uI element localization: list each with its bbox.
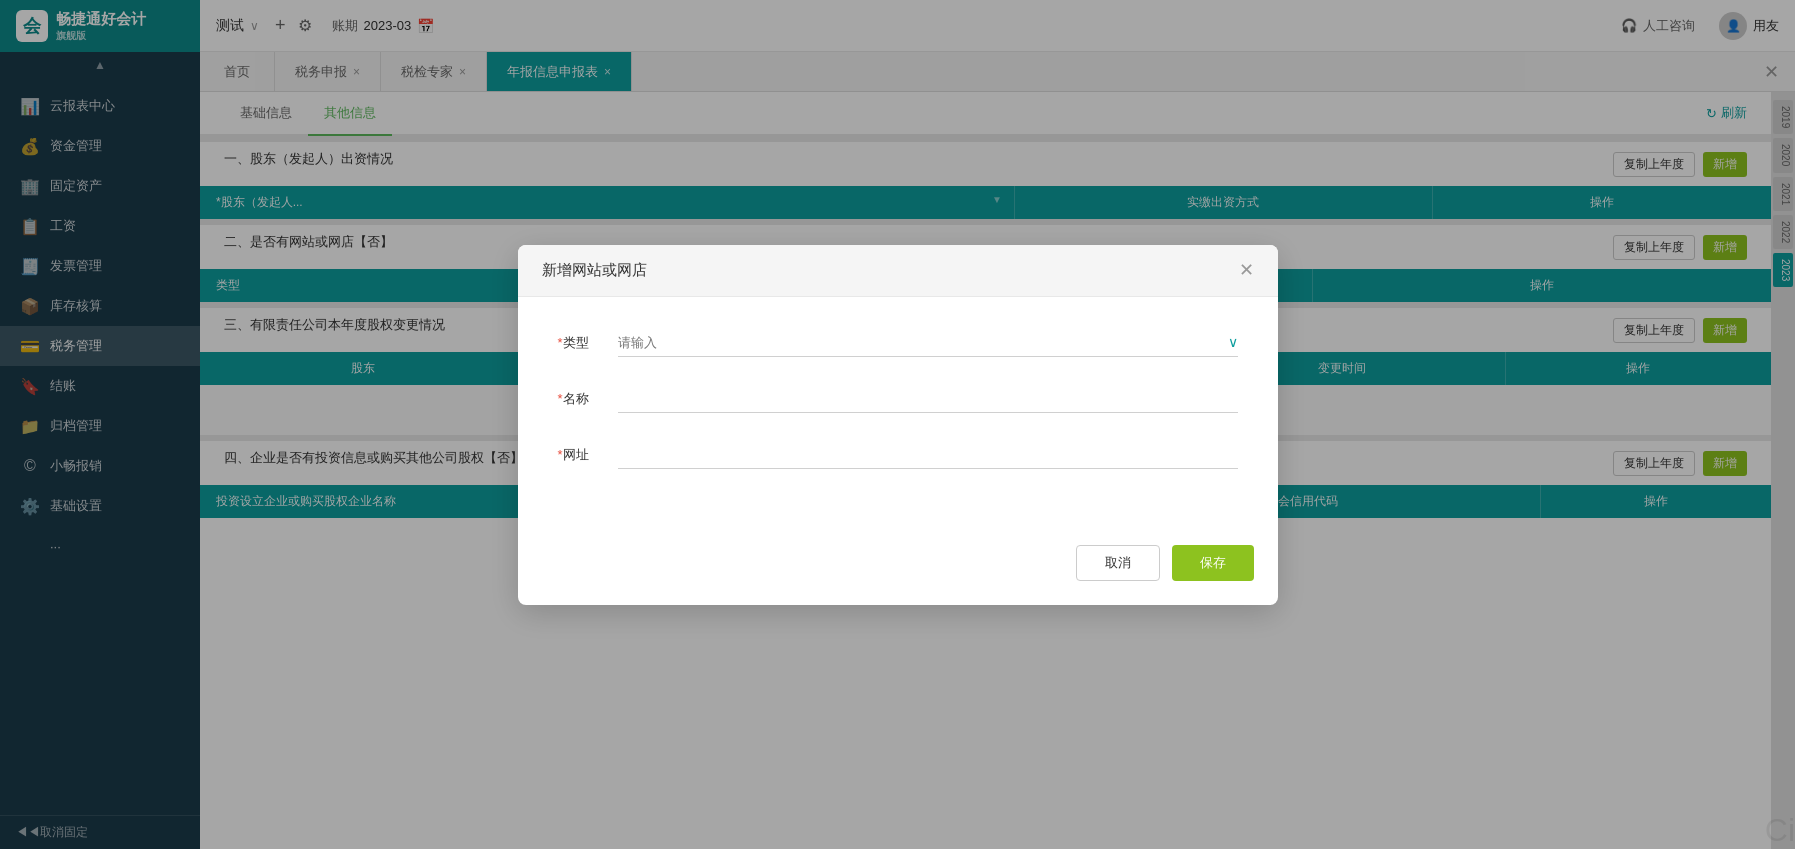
type-field-label: *类型 [558,334,618,352]
type-input[interactable] [618,329,1228,356]
modal-footer: 取消 保存 [518,529,1278,605]
type-dropdown-icon[interactable]: ∨ [1228,334,1238,350]
name-input[interactable] [618,385,1238,412]
modal-field-name: *名称 [558,385,1238,413]
name-field-label: *名称 [558,390,618,408]
modal-title: 新增网站或网店 [542,261,647,280]
save-btn[interactable]: 保存 [1172,545,1254,581]
required-mark3: * [558,447,563,462]
modal-field-type: *类型 ∨ [558,329,1238,357]
modal-backdrop: 新增网站或网店 ✕ *类型 ∨ [200,0,1795,849]
modal-body: *类型 ∨ *名称 [518,297,1278,529]
required-mark: * [558,335,563,350]
url-field-label: *网址 [558,446,618,464]
add-website-modal: 新增网站或网店 ✕ *类型 ∨ [518,245,1278,605]
modal-header: 新增网站或网店 ✕ [518,245,1278,297]
name-input-wrapper [618,385,1238,413]
url-input[interactable] [618,441,1238,468]
required-mark2: * [558,391,563,406]
main-area: 测试 ∨ + ⚙ 账期 2023-03 📅 🎧 人工咨询 👤 用友 首页税务申报… [200,0,1795,849]
modal-field-url: *网址 [558,441,1238,469]
cancel-btn[interactable]: 取消 [1076,545,1160,581]
modal-close-btn[interactable]: ✕ [1239,261,1254,279]
url-input-wrapper [618,441,1238,469]
type-input-wrapper: ∨ [618,329,1238,357]
